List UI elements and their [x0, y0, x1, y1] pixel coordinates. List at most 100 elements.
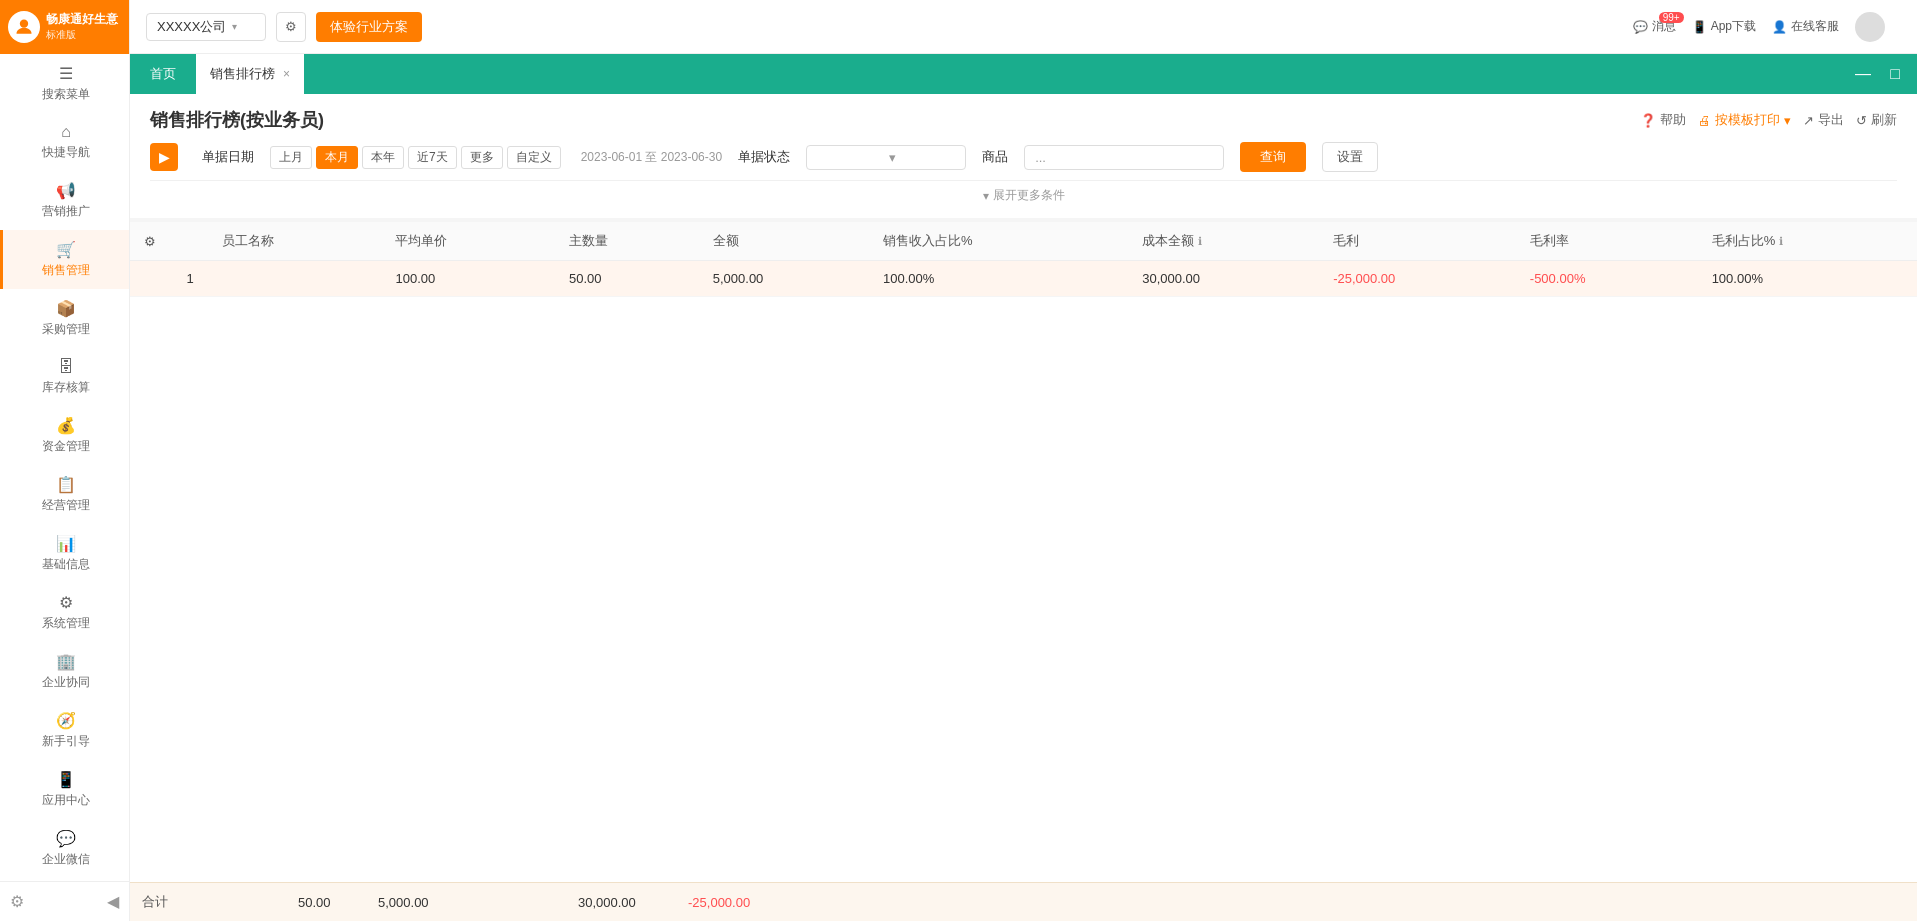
date-btn-this-year[interactable]: 本年	[362, 146, 404, 169]
appcenter-icon: 📱	[56, 770, 76, 789]
status-select[interactable]: ▾	[806, 145, 966, 170]
table-row: 1 100.00 50.00 5,000.00 100.00% 30,000.0…	[130, 261, 1917, 297]
app-download-item[interactable]: 📱 App下载	[1692, 18, 1756, 35]
row-total: 5,000.00	[701, 261, 871, 297]
tab-sales-ranking[interactable]: 销售排行榜 ×	[196, 54, 304, 94]
date-btn-prev-month[interactable]: 上月	[270, 146, 312, 169]
help-label: 帮助	[1660, 111, 1686, 129]
page-header: 销售排行榜(按业务员) ❓ 帮助 🖨 按模板打印 ▾ ↗ 导出 ↺ 刷新	[130, 94, 1917, 132]
sidebar-item-inventory[interactable]: 🗄 库存核算	[0, 348, 129, 406]
sidebar-item-marketing[interactable]: 📢 营销推广	[0, 171, 129, 230]
expand-more-btn[interactable]: ▾ 展开更多条件	[983, 187, 1065, 204]
sidebar-label-quicknav: 快捷导航	[42, 144, 90, 161]
sidebar-label-search: 搜索菜单	[42, 86, 90, 103]
date-btn-this-month[interactable]: 本月	[316, 146, 358, 169]
system-icon: ⚙	[59, 593, 73, 612]
export-button[interactable]: ↗ 导出	[1803, 111, 1844, 129]
col-rank	[170, 222, 210, 261]
export-icon: ↗	[1803, 113, 1814, 128]
service-label: 在线客服	[1791, 18, 1839, 35]
finance-icon: 💰	[56, 416, 76, 435]
sidebar-label-appcenter: 应用中心	[42, 792, 90, 809]
cost-help-icon[interactable]: ℹ	[1198, 235, 1202, 247]
tab-minimize-btn[interactable]: —	[1849, 60, 1877, 88]
sidebar-nav: ☰ 搜索菜单 ⌂ 快捷导航 📢 营销推广 🛒 销售管理 📦 采购管理 🗄 库存核…	[0, 54, 129, 881]
chevron-down-icon: ▾	[232, 21, 237, 32]
date-btn-more[interactable]: 更多	[461, 146, 503, 169]
gross-pct-help-icon[interactable]: ℹ	[1779, 235, 1783, 247]
col-main-qty: 主数量	[557, 222, 701, 261]
sidebar-item-quicknav[interactable]: ⌂ 快捷导航	[0, 113, 129, 171]
app-download-icon: 📱	[1692, 20, 1707, 34]
row-gross-pct: 100.00%	[1700, 261, 1917, 297]
date-btn-7days[interactable]: 近7天	[408, 146, 457, 169]
service-icon: 👤	[1772, 20, 1787, 34]
sidebar-label-sales: 销售管理	[42, 262, 90, 279]
trial-button[interactable]: 体验行业方案	[316, 12, 422, 42]
col-total: 全额	[701, 222, 871, 261]
sidebar-item-appcenter[interactable]: 📱 应用中心	[0, 760, 129, 819]
sidebar-item-finance[interactable]: 💰 资金管理	[0, 406, 129, 465]
print-button[interactable]: 🖨 按模板打印 ▾	[1698, 111, 1791, 129]
tab-sales-label: 销售排行榜	[210, 65, 275, 83]
help-button[interactable]: ❓ 帮助	[1640, 111, 1686, 129]
sidebar-collapse-btn[interactable]: ◀	[107, 892, 119, 911]
sidebar-item-newbie[interactable]: 🧭 新手引导	[0, 701, 129, 760]
sidebar-item-search[interactable]: ☰ 搜索菜单	[0, 54, 129, 113]
print-chevron-icon: ▾	[1784, 113, 1791, 128]
refresh-button[interactable]: ↺ 刷新	[1856, 111, 1897, 129]
gear-icon: ⚙	[285, 19, 297, 34]
sidebar-item-operations[interactable]: 📋 经营管理	[0, 465, 129, 524]
sidebar-item-wechat[interactable]: 💬 企业微信	[0, 819, 129, 878]
expand-more-row: ▾ 展开更多条件	[150, 180, 1897, 208]
footer-total: 5,000.00	[366, 895, 466, 910]
sidebar-label-basics: 基础信息	[42, 556, 90, 573]
date-label: 单据日期	[202, 148, 254, 166]
date-range-text: 2023-06-01 至 2023-06-30	[581, 149, 722, 166]
goods-label: 商品	[982, 148, 1008, 166]
message-badge: 99+	[1659, 12, 1684, 23]
footer-main-qty: 50.00	[286, 895, 366, 910]
row-cost: 30,000.00	[1130, 261, 1321, 297]
sidebar-item-sales[interactable]: 🛒 销售管理	[0, 230, 129, 289]
row-sales-pct: 100.00%	[871, 261, 1130, 297]
company-selector[interactable]: XXXXX公司 ▾	[146, 13, 266, 41]
date-buttons: 上月 本月 本年 近7天 更多 自定义	[270, 146, 561, 169]
message-item[interactable]: 💬 消息 99+	[1633, 18, 1676, 35]
sidebar-label-system: 系统管理	[42, 615, 90, 632]
footer-label: 合计	[142, 893, 262, 911]
online-service-item[interactable]: 👤 在线客服	[1772, 18, 1839, 35]
filter-area: ▶ 单据日期 上月 本月 本年 近7天 更多 自定义 2023-06-01 至 …	[130, 132, 1917, 218]
date-btn-custom[interactable]: 自定义	[507, 146, 561, 169]
sidebar-item-basics[interactable]: 📊 基础信息	[0, 524, 129, 583]
home-icon: ⌂	[61, 123, 71, 141]
sidebar-item-system[interactable]: ⚙ 系统管理	[0, 583, 129, 642]
sidebar-label-enterprise: 企业协同	[42, 674, 90, 691]
sidebar-settings-btn[interactable]: ⚙	[10, 892, 24, 911]
sidebar-item-enterprise[interactable]: 🏢 企业协同	[0, 642, 129, 701]
tab-close-icon[interactable]: ×	[283, 68, 290, 80]
row-rank: 1	[170, 261, 210, 297]
settings-button[interactable]: 设置	[1322, 142, 1378, 172]
help-icon: ❓	[1640, 113, 1656, 128]
filter-arrow-btn[interactable]: ▶	[150, 143, 178, 171]
page-title: 销售排行榜(按业务员)	[150, 108, 324, 132]
refresh-icon: ↺	[1856, 113, 1867, 128]
row-gross: -25,000.00	[1321, 261, 1518, 297]
query-button[interactable]: 查询	[1240, 142, 1306, 172]
inventory-icon: 🗄	[58, 358, 74, 376]
goods-input[interactable]: ...	[1024, 145, 1224, 170]
col-gross-rate: 毛利率	[1518, 222, 1700, 261]
logo-subtitle: 标准版	[46, 28, 118, 42]
col-cost: 成本全额 ℹ	[1130, 222, 1321, 261]
row-avg-price: 100.00	[383, 261, 556, 297]
tab-maximize-btn[interactable]: □	[1881, 60, 1909, 88]
table-header-row: ⚙ 员工名称 平均单价 主数量 全额 销售收入占比% 成本全额 ℹ 毛利 毛利率	[130, 222, 1917, 261]
gear-button[interactable]: ⚙	[276, 12, 306, 42]
col-settings[interactable]: ⚙	[130, 222, 170, 261]
sidebar-item-purchase[interactable]: 📦 采购管理	[0, 289, 129, 348]
svg-point-0	[20, 20, 28, 28]
col-name: 员工名称	[210, 222, 383, 261]
sidebar-label-operations: 经营管理	[42, 497, 90, 514]
tab-home[interactable]: 首页	[130, 54, 196, 94]
